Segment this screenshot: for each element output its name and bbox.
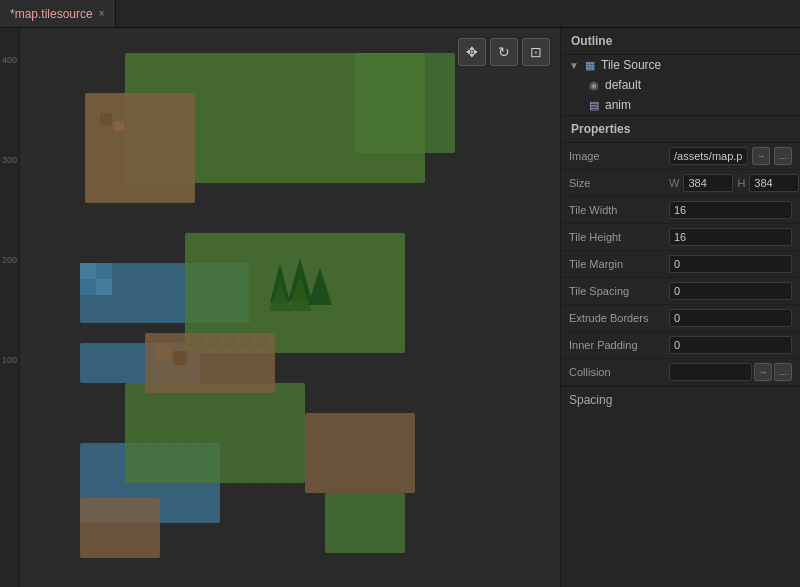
properties-header: Properties xyxy=(561,116,800,143)
image-link-button[interactable]: → xyxy=(752,147,770,165)
extrude-borders-value xyxy=(669,309,792,327)
tree-anim-label: anim xyxy=(605,98,631,112)
inner-padding-input[interactable] xyxy=(669,336,792,354)
collision-label: Collision xyxy=(569,366,669,378)
image-label: Image xyxy=(569,150,669,162)
tree-item-anim[interactable]: ▤ anim xyxy=(561,95,800,115)
tree-tile-source-label: Tile Source xyxy=(601,58,661,72)
svg-rect-89 xyxy=(96,279,112,295)
prop-row-extrude-borders: Extrude Borders xyxy=(561,305,800,332)
image-input[interactable] xyxy=(669,147,748,165)
svg-rect-10 xyxy=(325,493,405,553)
svg-rect-8 xyxy=(145,333,275,393)
svg-rect-11 xyxy=(80,498,160,558)
tile-height-label: Tile Height xyxy=(569,231,669,243)
svg-rect-86 xyxy=(80,263,96,279)
svg-rect-84 xyxy=(155,343,171,359)
tile-width-label: Tile Width xyxy=(569,204,669,216)
inner-padding-value xyxy=(669,336,792,354)
outline-section: Outline ▼ ▦ Tile Source ◉ default ▤ anim xyxy=(561,28,800,116)
tree-item-tile-source[interactable]: ▼ ▦ Tile Source xyxy=(561,55,800,75)
ruler-mark-200: 200 xyxy=(2,256,17,265)
size-w-label: W xyxy=(669,177,679,189)
flip-icon: ⊡ xyxy=(530,44,542,60)
svg-rect-85 xyxy=(173,351,187,365)
tile-margin-label: Tile Margin xyxy=(569,258,669,270)
tile-spacing-label: Tile Spacing xyxy=(569,285,669,297)
svg-rect-9 xyxy=(305,413,415,493)
svg-rect-88 xyxy=(80,279,96,295)
extrude-borders-input[interactable] xyxy=(669,309,792,327)
properties-section[interactable]: Properties Image → … Size W H xyxy=(561,116,800,587)
tab-label: *map.tilesource xyxy=(10,7,93,21)
prop-row-tile-height: Tile Height xyxy=(561,224,800,251)
size-label: Size xyxy=(569,177,669,189)
ruler-mark-300: 300 xyxy=(2,156,17,165)
canvas-area: 400 300 200 100 ✥ ↻ ⊡ xyxy=(0,28,560,587)
tree-item-default[interactable]: ◉ default xyxy=(561,75,800,95)
collision-link-button[interactable]: → xyxy=(754,363,772,381)
prop-row-size: Size W H xyxy=(561,170,800,197)
tree-default-label: default xyxy=(605,78,641,92)
size-h-label: H xyxy=(737,177,745,189)
rotate-tool-button[interactable]: ↻ xyxy=(490,38,518,66)
size-w-input[interactable] xyxy=(683,174,733,192)
tree-arrow-icon: ▼ xyxy=(569,60,579,71)
size-value-container: W H xyxy=(669,174,799,192)
spacing-section: Spacing xyxy=(561,386,800,417)
svg-rect-87 xyxy=(96,263,112,279)
svg-rect-83 xyxy=(114,121,124,131)
collision-browse-button[interactable]: … xyxy=(774,363,792,381)
main-layout: 400 300 200 100 ✥ ↻ ⊡ xyxy=(0,28,800,587)
flip-tool-button[interactable]: ⊡ xyxy=(522,38,550,66)
rotate-icon: ↻ xyxy=(498,44,510,60)
tile-margin-value xyxy=(669,255,792,273)
tile-width-input[interactable] xyxy=(669,201,792,219)
svg-rect-82 xyxy=(100,113,112,125)
size-h-input[interactable] xyxy=(749,174,799,192)
tab-close-button[interactable]: × xyxy=(99,9,105,19)
prop-row-image: Image → … xyxy=(561,143,800,170)
prop-row-tile-width: Tile Width xyxy=(561,197,800,224)
prop-row-tile-margin: Tile Margin xyxy=(561,251,800,278)
ruler-mark-400: 400 xyxy=(2,56,17,65)
right-panel: Outline ▼ ▦ Tile Source ◉ default ▤ anim… xyxy=(560,28,800,587)
inner-padding-label: Inner Padding xyxy=(569,339,669,351)
svg-rect-7 xyxy=(125,383,305,483)
prop-row-inner-padding: Inner Padding xyxy=(561,332,800,359)
svg-rect-12 xyxy=(355,53,455,153)
tile-height-input[interactable] xyxy=(669,228,792,246)
spacing-label: Spacing xyxy=(569,393,792,407)
tile-spacing-input[interactable] xyxy=(669,282,792,300)
tile-source-icon: ▦ xyxy=(583,59,597,72)
tilemap-canvas xyxy=(25,33,545,587)
tile-height-value xyxy=(669,228,792,246)
tab-bar: *map.tilesource × xyxy=(0,0,800,28)
tab-map-tilesource[interactable]: *map.tilesource × xyxy=(0,0,116,27)
svg-rect-2 xyxy=(85,93,195,203)
image-value-container: → … xyxy=(669,147,792,165)
prop-row-collision: Collision → … xyxy=(561,359,800,386)
image-browse-button[interactable]: … xyxy=(774,147,792,165)
default-icon: ◉ xyxy=(587,79,601,92)
move-icon: ✥ xyxy=(466,44,478,60)
extrude-borders-label: Extrude Borders xyxy=(569,312,669,324)
tile-margin-input[interactable] xyxy=(669,255,792,273)
collision-value-container: → … xyxy=(669,363,792,381)
ruler-left: 400 300 200 100 xyxy=(0,28,20,587)
anim-icon: ▤ xyxy=(587,99,601,112)
canvas-container[interactable]: ✥ ↻ ⊡ xyxy=(20,28,560,587)
canvas-toolbar: ✥ ↻ ⊡ xyxy=(458,38,550,66)
ruler-mark-100: 100 xyxy=(2,356,17,365)
collision-input[interactable] xyxy=(669,363,752,381)
size-row: W H xyxy=(669,174,799,192)
outline-header: Outline xyxy=(561,28,800,55)
tile-width-value xyxy=(669,201,792,219)
prop-row-tile-spacing: Tile Spacing xyxy=(561,278,800,305)
tile-spacing-value xyxy=(669,282,792,300)
move-tool-button[interactable]: ✥ xyxy=(458,38,486,66)
